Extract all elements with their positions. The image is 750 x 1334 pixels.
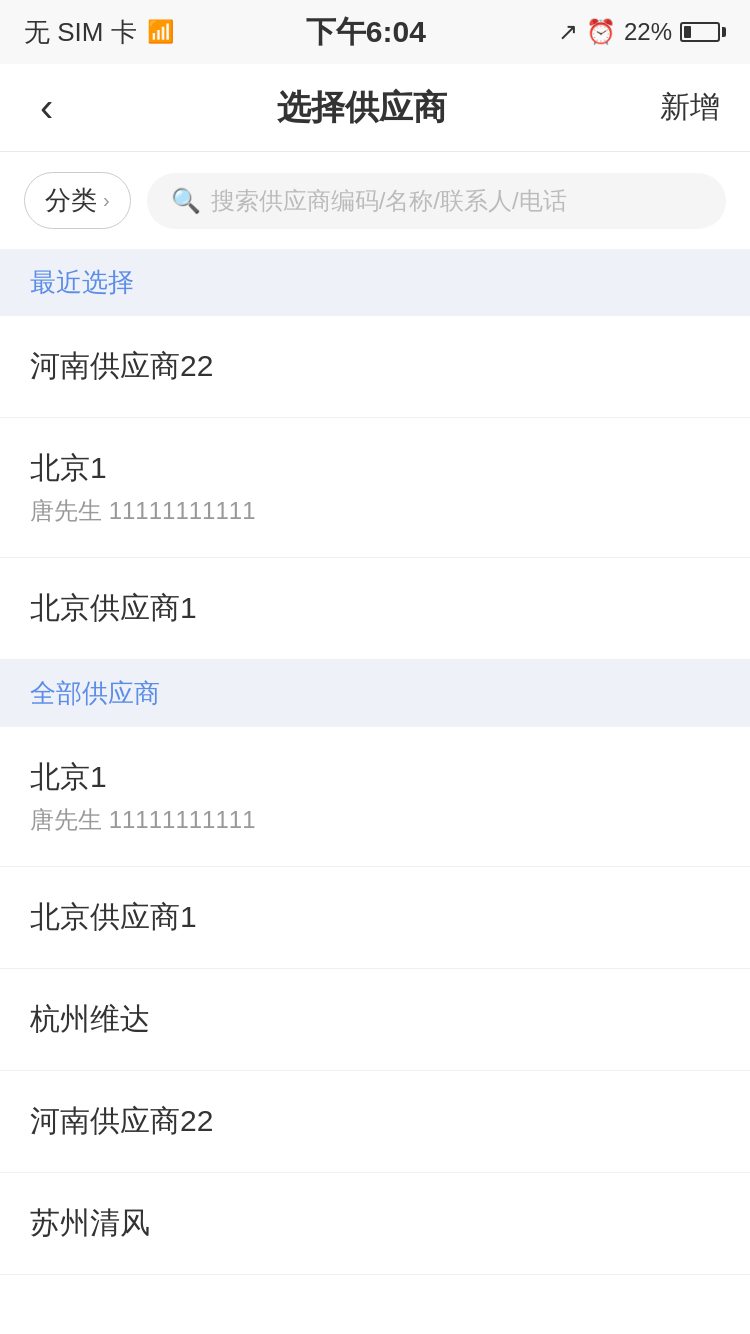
list-item-name: 北京1 [30, 757, 720, 798]
list-item-name: 杭州维达 [30, 999, 720, 1040]
list-item[interactable]: 北京供应商1 [0, 867, 750, 969]
list-item-name: 北京供应商1 [30, 897, 720, 938]
battery-icon [680, 22, 726, 42]
section-header-recent: 最近选择 [0, 249, 750, 316]
list-item[interactable]: 河南供应商22 [0, 1071, 750, 1173]
list-item[interactable]: 苏州清风 [0, 1173, 750, 1275]
category-label: 分类 [45, 183, 97, 218]
list-item-name: 河南供应商22 [30, 1101, 720, 1142]
search-bar: 分类 › 🔍 搜索供应商编码/名称/联系人/电话 [0, 152, 750, 249]
list-item[interactable]: 北京供应商1 [0, 558, 750, 660]
battery-percent: 22% [624, 18, 672, 46]
list-item-sub: 唐先生 11111111111 [30, 804, 720, 836]
list-item[interactable]: 北京1 唐先生 11111111111 [0, 418, 750, 558]
list-item[interactable]: 杭州维达 [0, 969, 750, 1071]
search-input-wrap[interactable]: 🔍 搜索供应商编码/名称/联系人/电话 [147, 173, 726, 229]
alarm-icon: ⏰ [586, 18, 616, 46]
add-button[interactable]: 新增 [660, 87, 720, 128]
list-item-name: 北京供应商1 [30, 588, 720, 629]
status-time: 下午6:04 [306, 12, 426, 53]
search-icon: 🔍 [171, 187, 201, 215]
status-left: 无 SIM 卡 📶 [24, 15, 174, 50]
list-item-name: 河南供应商22 [30, 346, 720, 387]
status-bar: 无 SIM 卡 📶 下午6:04 ↗ ⏰ 22% [0, 0, 750, 64]
sim-label: 无 SIM 卡 [24, 15, 137, 50]
wifi-icon: 📶 [147, 19, 174, 45]
chevron-right-icon: › [103, 189, 110, 212]
section-header-text-all: 全部供应商 [30, 678, 160, 708]
location-icon: ↗ [558, 18, 578, 46]
section-header-all: 全部供应商 [0, 660, 750, 727]
list-item-name: 北京1 [30, 448, 720, 489]
section-header-text-recent: 最近选择 [30, 267, 134, 297]
list-item-name: 苏州清风 [30, 1203, 720, 1244]
list-item-sub: 唐先生 11111111111 [30, 495, 720, 527]
category-button[interactable]: 分类 › [24, 172, 131, 229]
list-item[interactable]: 北京1 唐先生 11111111111 [0, 727, 750, 867]
page-title: 选择供应商 [277, 85, 447, 131]
back-button[interactable]: ‹ [30, 75, 63, 140]
search-placeholder: 搜索供应商编码/名称/联系人/电话 [211, 185, 567, 217]
nav-bar: ‹ 选择供应商 新增 [0, 64, 750, 152]
sections-container: 最近选择河南供应商22 北京1 唐先生 11111111111 北京供应商1 全部供应商… [0, 249, 750, 1275]
list-item[interactable]: 河南供应商22 [0, 316, 750, 418]
status-right: ↗ ⏰ 22% [558, 18, 726, 46]
